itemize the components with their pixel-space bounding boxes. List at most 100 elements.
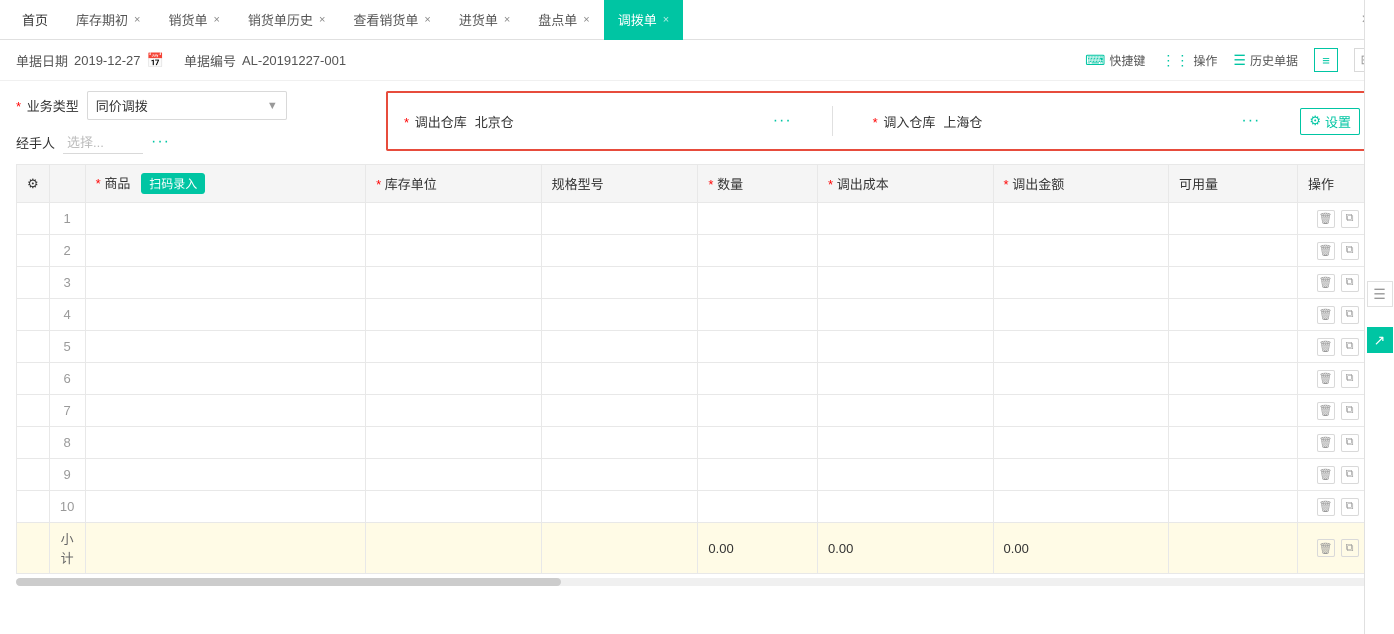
row-delete-icon[interactable]: 🗑: [1317, 210, 1335, 228]
row-qty[interactable]: [698, 299, 818, 331]
scan-input-btn[interactable]: 扫码录入: [141, 173, 205, 194]
in-warehouse-more-btn[interactable]: ···: [1241, 112, 1260, 130]
row-product[interactable]: [85, 363, 365, 395]
row-delete-icon[interactable]: 🗑: [1317, 242, 1335, 260]
row-spec[interactable]: [541, 331, 698, 363]
row-unit[interactable]: [366, 203, 541, 235]
row-cost[interactable]: [818, 363, 993, 395]
row-copy-icon[interactable]: ⧉: [1341, 498, 1359, 516]
shortcut-button[interactable]: ⌨ 快捷键: [1085, 52, 1145, 69]
th-gear[interactable]: ⚙: [17, 165, 50, 203]
row-unit[interactable]: [366, 331, 541, 363]
row-spec[interactable]: [541, 235, 698, 267]
row-qty[interactable]: [698, 459, 818, 491]
row-copy-icon[interactable]: ⧉: [1341, 402, 1359, 420]
row-spec[interactable]: [541, 491, 698, 523]
row-delete-icon[interactable]: 🗑: [1317, 338, 1335, 356]
sidebar-export-icon[interactable]: ↗: [1367, 327, 1393, 353]
subtotal-delete-icon[interactable]: 🗑: [1317, 539, 1335, 557]
row-product[interactable]: [85, 331, 365, 363]
row-product[interactable]: [85, 459, 365, 491]
calendar-icon[interactable]: 📅: [147, 52, 164, 69]
row-delete-icon[interactable]: 🗑: [1317, 402, 1335, 420]
row-cost[interactable]: [818, 491, 993, 523]
settings-button[interactable]: ⚙ 设置: [1300, 108, 1360, 135]
row-product[interactable]: [85, 427, 365, 459]
row-available[interactable]: [1169, 427, 1298, 459]
row-delete-icon[interactable]: 🗑: [1317, 498, 1335, 516]
horizontal-scrollbar[interactable]: [0, 574, 1394, 586]
row-available[interactable]: [1169, 363, 1298, 395]
row-unit[interactable]: [366, 235, 541, 267]
row-delete-icon[interactable]: 🗑: [1317, 434, 1335, 452]
row-cost[interactable]: [818, 235, 993, 267]
row-available[interactable]: [1169, 331, 1298, 363]
row-available[interactable]: [1169, 491, 1298, 523]
row-cost[interactable]: [818, 427, 993, 459]
sidebar-notes-icon[interactable]: ☰: [1367, 281, 1393, 307]
row-unit[interactable]: [366, 459, 541, 491]
row-qty[interactable]: [698, 203, 818, 235]
row-product[interactable]: [85, 299, 365, 331]
tab-close-inventory-check[interactable]: ×: [583, 14, 589, 26]
handler-more-btn[interactable]: ···: [151, 133, 170, 151]
row-product[interactable]: [85, 491, 365, 523]
tab-sales-order[interactable]: 销货单 ×: [154, 0, 233, 40]
row-qty[interactable]: [698, 267, 818, 299]
row-amount[interactable]: [993, 267, 1168, 299]
row-copy-icon[interactable]: ⧉: [1341, 466, 1359, 484]
row-copy-icon[interactable]: ⧉: [1341, 306, 1359, 324]
row-amount[interactable]: [993, 235, 1168, 267]
tab-sales-history[interactable]: 销货单历史 ×: [234, 0, 339, 40]
tab-home[interactable]: 首页: [8, 0, 62, 40]
row-available[interactable]: [1169, 299, 1298, 331]
row-copy-icon[interactable]: ⧉: [1341, 274, 1359, 292]
row-spec[interactable]: [541, 363, 698, 395]
row-cost[interactable]: [818, 203, 993, 235]
row-amount[interactable]: [993, 459, 1168, 491]
row-qty[interactable]: [698, 235, 818, 267]
row-unit[interactable]: [366, 491, 541, 523]
tab-close-purchase[interactable]: ×: [504, 14, 510, 26]
row-amount[interactable]: [993, 395, 1168, 427]
row-product[interactable]: [85, 203, 365, 235]
tab-close-transfer[interactable]: ×: [663, 14, 669, 26]
row-spec[interactable]: [541, 459, 698, 491]
row-unit[interactable]: [366, 427, 541, 459]
row-amount[interactable]: [993, 491, 1168, 523]
row-product[interactable]: [85, 267, 365, 299]
row-unit[interactable]: [366, 267, 541, 299]
row-unit[interactable]: [366, 363, 541, 395]
tab-close-inventory-init[interactable]: ×: [134, 14, 140, 26]
tab-purchase[interactable]: 进货单 ×: [445, 0, 524, 40]
row-cost[interactable]: [818, 459, 993, 491]
tab-close-sales-history[interactable]: ×: [319, 14, 325, 26]
row-copy-icon[interactable]: ⧉: [1341, 210, 1359, 228]
row-qty[interactable]: [698, 427, 818, 459]
row-qty[interactable]: [698, 395, 818, 427]
tab-transfer[interactable]: 调拨单 ×: [604, 0, 683, 40]
row-amount[interactable]: [993, 203, 1168, 235]
row-qty[interactable]: [698, 491, 818, 523]
row-qty[interactable]: [698, 331, 818, 363]
history-button[interactable]: ☰ 历史单据: [1233, 52, 1298, 69]
row-available[interactable]: [1169, 395, 1298, 427]
tab-close-sales-order[interactable]: ×: [213, 14, 219, 26]
subtotal-copy-icon[interactable]: ⧉: [1341, 539, 1359, 557]
row-amount[interactable]: [993, 299, 1168, 331]
row-delete-icon[interactable]: 🗑: [1317, 306, 1335, 324]
row-amount[interactable]: [993, 427, 1168, 459]
row-unit[interactable]: [366, 395, 541, 427]
row-delete-icon[interactable]: 🗑: [1317, 370, 1335, 388]
row-unit[interactable]: [366, 299, 541, 331]
row-spec[interactable]: [541, 203, 698, 235]
tab-inventory-init[interactable]: 库存期初 ×: [62, 0, 154, 40]
handler-input[interactable]: 选择...: [63, 130, 143, 154]
row-amount[interactable]: [993, 363, 1168, 395]
row-spec[interactable]: [541, 299, 698, 331]
row-copy-icon[interactable]: ⧉: [1341, 338, 1359, 356]
business-type-select[interactable]: 同价调拨 ▼: [87, 91, 287, 120]
row-cost[interactable]: [818, 299, 993, 331]
row-product[interactable]: [85, 395, 365, 427]
row-copy-icon[interactable]: ⧉: [1341, 242, 1359, 260]
